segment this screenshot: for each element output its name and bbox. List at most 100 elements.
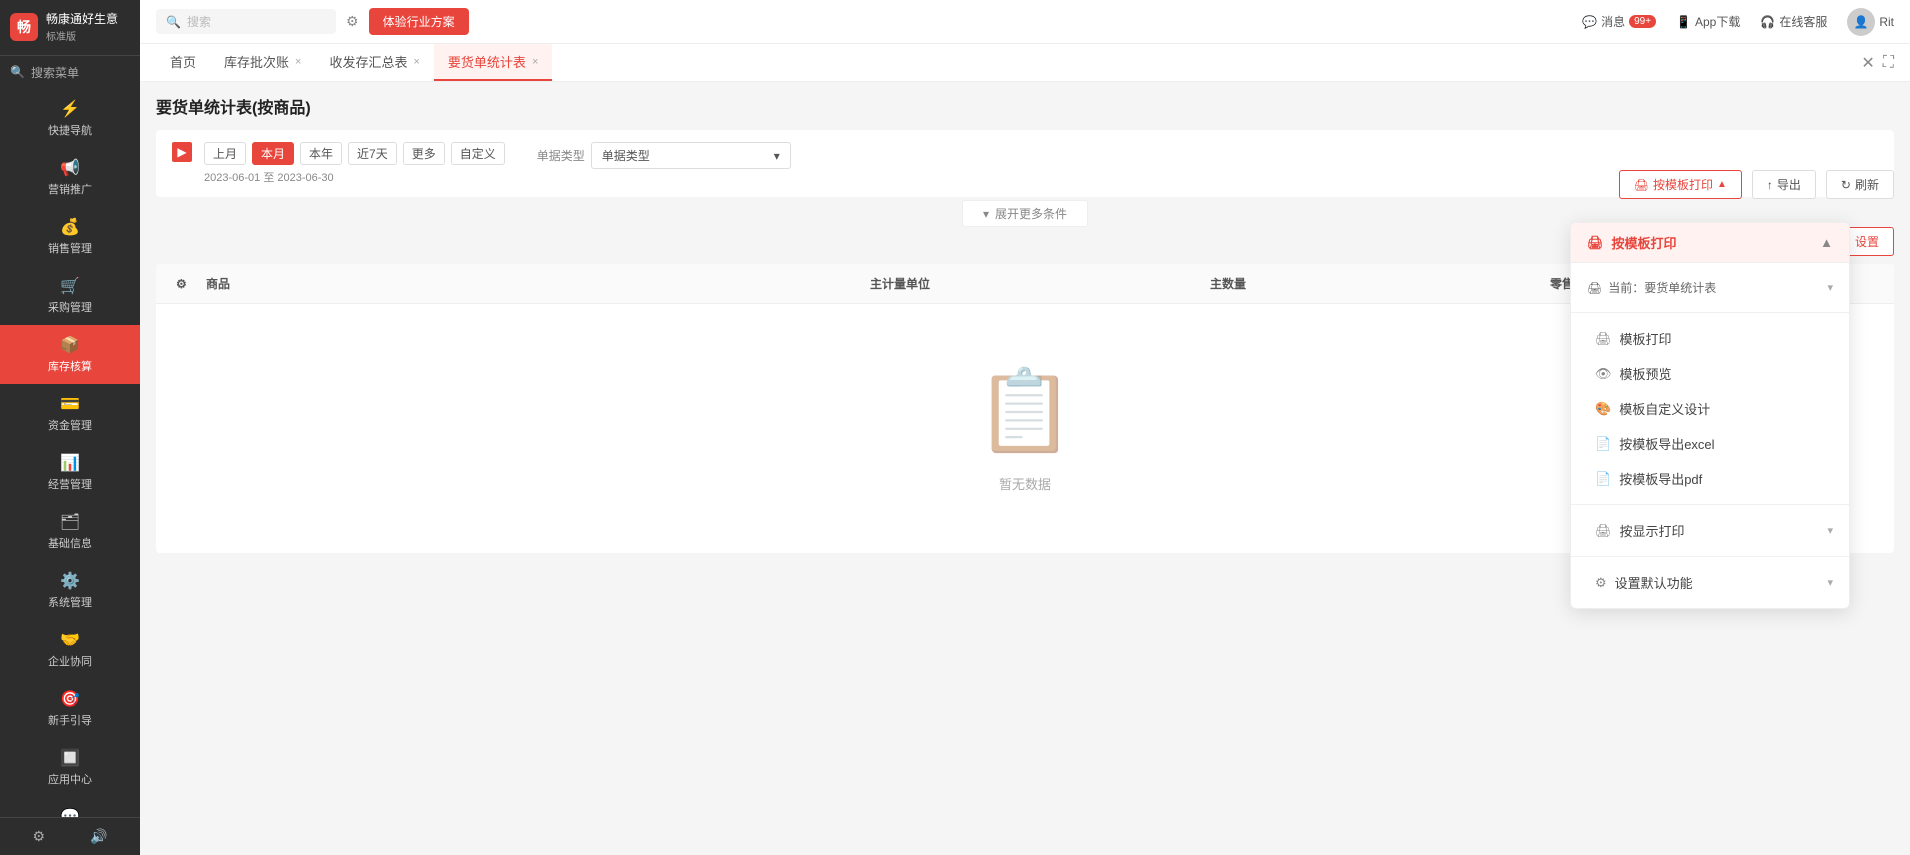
topbar-search[interactable]: 🔍 搜索 — [156, 9, 336, 34]
sidebar-item-newbie[interactable]: 🎯 新手引导 — [0, 679, 140, 738]
purchase-icon: 🛒 — [60, 276, 80, 296]
app-download-button[interactable]: 📱 App下载 — [1676, 13, 1740, 30]
filter-toggle-button[interactable]: ▶ — [172, 142, 192, 162]
settings-icon[interactable]: ⚙ — [33, 828, 46, 845]
app-download-icon: 📱 — [1676, 15, 1691, 29]
page-title: 要货单统计表(按商品) — [156, 94, 1894, 118]
tab-order-stats[interactable]: 要货单统计表 × — [434, 44, 552, 81]
table-product-header: 商品 — [198, 275, 862, 292]
sidebar-search[interactable]: 🔍 搜索菜单 — [0, 56, 140, 89]
date-option-自定义[interactable]: 自定义 — [451, 142, 505, 165]
printer-icon: 🖨 — [1587, 235, 1604, 251]
dropdown-header-actions: ▲ — [1820, 235, 1833, 250]
newbie-icon: 🎯 — [60, 689, 80, 709]
table-gear-header[interactable]: ⚙ — [168, 277, 198, 291]
main-content: 🔍 搜索 ⚙ 体验行业方案 💬 消息 99+ 📱 App下载 🎧 在线客服 👤 … — [140, 0, 1910, 855]
dropdown-current-item[interactable]: 🖨 当前：要货单统计表 ▾ — [1571, 271, 1849, 304]
sidebar-item-basic[interactable]: 🗂 基础信息 — [0, 502, 140, 561]
sidebar-item-operation[interactable]: 📊 经营管理 — [0, 443, 140, 502]
sidebar-item-system[interactable]: ⚙️ 系统管理 — [0, 561, 140, 620]
sidebar-item-sales[interactable]: 💰 销售管理 — [0, 207, 140, 266]
sidebar-item-label: 采购管理 — [48, 299, 92, 315]
date-option-近7天[interactable]: 近7天 — [348, 142, 397, 165]
page-content: 要货单统计表(按商品) ▶ 上月本月本年近7天更多自定义 2023-06-01 … — [140, 82, 1910, 855]
sidebar-item-label: 销售管理 — [48, 240, 92, 256]
table-unit-header: 主计量单位 — [862, 275, 1202, 292]
marketing-icon: 📢 — [60, 158, 80, 178]
display-print-item[interactable]: 🖨 按显示打印 ▾ — [1571, 513, 1849, 548]
table-qty-header: 主数量 — [1202, 275, 1542, 292]
tab-inventory-batch[interactable]: 库存批次账 × — [210, 44, 315, 81]
expand-icon: ▾ — [983, 207, 989, 221]
set-default-item[interactable]: ⚙ 设置默认功能 ▾ — [1571, 565, 1849, 600]
tab-bar: 首页库存批次账 × 收发存汇总表 × 要货单统计表 × ✕ ⛶ — [140, 44, 1910, 82]
order-type-select[interactable]: 单据类型 ▾ — [591, 142, 791, 169]
template-export-pdf-icon: 📄 — [1595, 471, 1611, 487]
chevron-down-icon: ▾ — [774, 149, 780, 163]
date-option-更多[interactable]: 更多 — [403, 142, 445, 165]
close-tab-button[interactable]: ✕ — [1861, 53, 1874, 73]
order-type-label: 单据类型 — [537, 147, 585, 164]
message-icon: 💬 — [1582, 15, 1597, 29]
search-icon: 🔍 — [166, 15, 181, 29]
template-print-icon: 🖨 — [1595, 331, 1612, 347]
sound-icon[interactable]: 🔊 — [90, 828, 107, 845]
refresh-button[interactable]: ↻ 刷新 — [1826, 170, 1894, 199]
sidebar-item-collab[interactable]: 🤝 企业协同 — [0, 620, 140, 679]
sidebar-item-wechat[interactable]: 💬 企业微信 — [0, 797, 140, 817]
online-service-button[interactable]: 🎧 在线客服 — [1760, 13, 1827, 30]
system-icon: ⚙️ — [60, 571, 80, 591]
sidebar-item-label: 应用中心 — [48, 771, 92, 787]
user-avatar[interactable]: 👤 Rit — [1847, 8, 1894, 36]
quick-nav-icon: ⚡ — [60, 99, 80, 119]
sidebar-item-appstore[interactable]: 🔲 应用中心 — [0, 738, 140, 797]
gear-icon[interactable]: ⚙ — [346, 13, 359, 30]
sales-icon: 💰 — [60, 217, 80, 237]
date-option-上月[interactable]: 上月 — [204, 142, 246, 165]
basic-icon: 🗂 — [60, 512, 80, 532]
app-logo-text: 畅康通好生意 标准版 — [46, 12, 118, 43]
refresh-icon: ↻ — [1841, 178, 1851, 192]
trial-button[interactable]: 体验行业方案 — [369, 8, 469, 35]
sidebar-nav: ⚡ 快捷导航 📢 营销推广 💰 销售管理 🛒 采购管理 📦 库存核算 💳 资金管… — [0, 89, 140, 817]
printer-small-icon: 🖨 — [1587, 281, 1602, 295]
tab-close-icon[interactable]: × — [532, 56, 538, 68]
dropdown-item-template-design[interactable]: 🎨 模板自定义设计 — [1571, 391, 1849, 426]
sidebar-item-finance[interactable]: 💳 资金管理 — [0, 384, 140, 443]
date-buttons-row: 上月本月本年近7天更多自定义 — [204, 142, 505, 165]
empty-illustration: 📋 — [975, 364, 1075, 458]
dropdown-item-template-export-pdf[interactable]: 📄 按模板导出pdf — [1571, 461, 1849, 496]
export-icon: ↑ — [1767, 178, 1773, 192]
date-option-本年[interactable]: 本年 — [300, 142, 342, 165]
sidebar-item-quick-nav[interactable]: ⚡ 快捷导航 — [0, 89, 140, 148]
tab-close-icon[interactable]: × — [295, 56, 301, 68]
sidebar-item-label: 营销推广 — [48, 181, 92, 197]
sidebar-item-purchase[interactable]: 🛒 采购管理 — [0, 266, 140, 325]
date-range-display: 2023-06-01 至 2023-06-30 — [204, 169, 505, 185]
tab-label: 要货单统计表 — [448, 52, 526, 71]
message-button[interactable]: 💬 消息 99+ — [1582, 13, 1656, 30]
export-button[interactable]: ↑ 导出 — [1752, 170, 1816, 199]
dropdown-item-template-export-excel[interactable]: 📄 按模板导出excel — [1571, 426, 1849, 461]
avatar: 👤 — [1847, 8, 1875, 36]
chevron-up-icon[interactable]: ▲ — [1820, 235, 1833, 250]
tab-receipt-summary[interactable]: 收发存汇总表 × — [315, 44, 433, 81]
operation-icon: 📊 — [60, 453, 80, 473]
sidebar-item-marketing[interactable]: 📢 营销推广 — [0, 148, 140, 207]
sidebar-item-label: 新手引导 — [48, 712, 92, 728]
sidebar-item-label: 库存核算 — [48, 358, 92, 374]
dropdown-items-section: 🖨 模板打印 👁 模板预览 🎨 模板自定义设计 📄 按模板导出excel 📄 按… — [1571, 313, 1849, 505]
date-option-本月[interactable]: 本月 — [252, 142, 294, 165]
sidebar-item-label: 快捷导航 — [48, 122, 92, 138]
tab-close-icon[interactable]: × — [413, 56, 419, 68]
sidebar-item-inventory[interactable]: 📦 库存核算 — [0, 325, 140, 384]
tab-label: 库存批次账 — [224, 52, 289, 71]
headset-icon: 🎧 — [1760, 15, 1775, 29]
tab-label: 收发存汇总表 — [329, 52, 407, 71]
expand-conditions-button[interactable]: ▾ 展开更多条件 — [962, 200, 1088, 227]
dropdown-item-template-preview[interactable]: 👁 模板预览 — [1571, 356, 1849, 391]
print-template-button[interactable]: 🖨 按模板打印 ▲ — [1619, 170, 1742, 199]
tab-home[interactable]: 首页 — [156, 44, 210, 81]
expand-tab-button[interactable]: ⛶ — [1883, 53, 1894, 73]
dropdown-item-template-print[interactable]: 🖨 模板打印 — [1571, 321, 1849, 356]
